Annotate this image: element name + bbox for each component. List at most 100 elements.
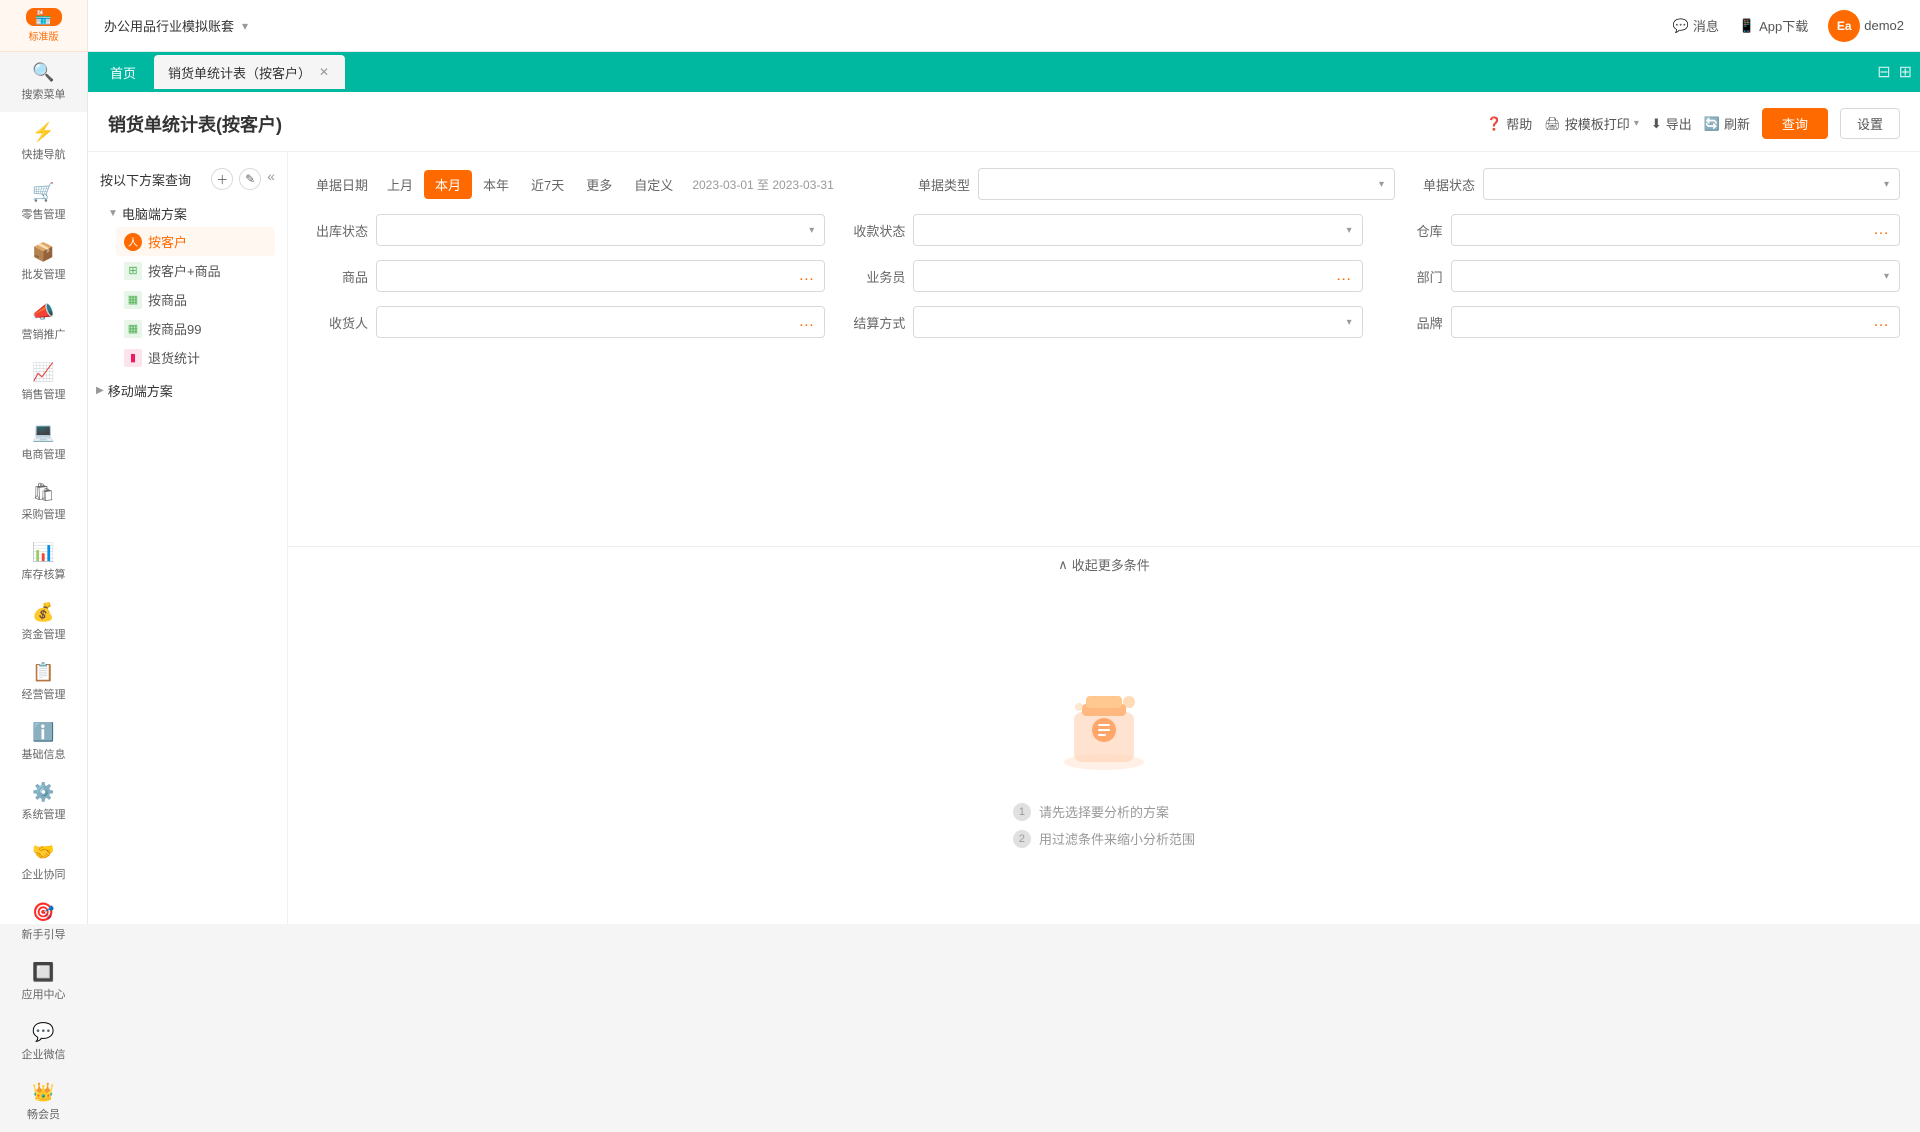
message-icon: 💬: [1673, 18, 1689, 34]
customer-product-icon: ⊞: [124, 262, 142, 280]
refresh-button[interactable]: 🔄 刷新: [1704, 114, 1750, 133]
operation-icon: 📋: [32, 662, 54, 683]
empty-state-illustration: [1044, 662, 1164, 782]
scheme-return-stat-label: 退货统计: [148, 348, 200, 367]
sidebar-item-marketing[interactable]: 📣 营销推广: [0, 292, 87, 352]
help-button[interactable]: ❓ 帮助: [1486, 114, 1532, 133]
salesperson-label: 业务员: [845, 267, 905, 286]
bill-status-label: 单据状态: [1415, 175, 1475, 194]
date-btn-7days[interactable]: 近7天: [520, 169, 575, 200]
sidebar-item-member[interactable]: 👑 畅会员: [0, 1072, 87, 1132]
sales-icon: 📈: [32, 362, 54, 383]
sidebar-item-search[interactable]: 🔍 搜索菜单: [0, 52, 87, 112]
query-button[interactable]: 查询: [1762, 108, 1828, 139]
app-download-button[interactable]: 📱 App下载: [1739, 16, 1808, 35]
tab-home[interactable]: 首页: [96, 55, 150, 89]
header-dropdown-icon[interactable]: ▾: [242, 19, 248, 33]
out-status-select[interactable]: ▾: [376, 214, 825, 246]
tree-node-mobile[interactable]: ▶ 移动端方案: [88, 376, 287, 405]
filter-panel-actions: ＋ ✎ «: [211, 168, 275, 190]
scheme-by-product[interactable]: ▦ 按商品: [116, 285, 275, 314]
collapse-panel-icon[interactable]: «: [267, 168, 275, 190]
settlement-select[interactable]: ▾: [913, 306, 1362, 338]
sidebar-item-finance[interactable]: 💰 资金管理: [0, 592, 87, 652]
bill-status-select[interactable]: ▾: [1483, 168, 1900, 200]
receipt-status-dropdown-icon: ▾: [1347, 225, 1352, 236]
help-icon: ❓: [1486, 116, 1502, 132]
sidebar-item-appcenter[interactable]: 🔲 应用中心: [0, 952, 87, 1012]
tab-expand-buttons: ⊟ ⊞: [1877, 62, 1912, 82]
bill-type-select[interactable]: ▾: [978, 168, 1395, 200]
mobile-scheme-label: 移动端方案: [108, 381, 173, 400]
message-button[interactable]: 💬 消息: [1673, 16, 1719, 35]
sidebar-item-operation[interactable]: 📋 经营管理: [0, 652, 87, 712]
filter-panel: 按以下方案查询 ＋ ✎ « ▼ 电脑端方案: [88, 152, 288, 924]
ecommerce-icon: 💻: [32, 422, 54, 443]
department-select[interactable]: ▾: [1451, 260, 1900, 292]
print-button[interactable]: 🖨 按模板打印 ▾: [1544, 114, 1639, 133]
tab-maximize-icon[interactable]: ⊞: [1899, 62, 1912, 82]
sidebar-item-purchase[interactable]: 🛍 采购管理: [0, 472, 87, 532]
scheme-by-customer-label: 按客户: [148, 232, 187, 251]
collapse-chevron-icon: ∧: [1058, 557, 1068, 573]
avatar-text: Ea: [1837, 19, 1852, 33]
sidebar-logo: 🏪 标准版: [0, 0, 87, 52]
tree-node-desktop-header[interactable]: ▼ 电脑端方案: [100, 200, 275, 227]
receiver-input[interactable]: …: [376, 306, 825, 338]
sidebar-item-basic[interactable]: ℹ️ 基础信息: [0, 712, 87, 772]
warehouse-input[interactable]: …: [1451, 214, 1900, 246]
scheme-by-product-99[interactable]: ▦ 按商品99: [116, 314, 275, 343]
sidebar-item-quicknav[interactable]: ⚡ 快捷导航: [0, 112, 87, 172]
date-range-text: 2023-03-01 至 2023-03-31: [692, 176, 833, 193]
refresh-icon: 🔄: [1704, 116, 1720, 132]
receipt-status-select[interactable]: ▾: [913, 214, 1362, 246]
filter-panel-title-text: 按以下方案查询: [100, 170, 191, 189]
date-btn-this-year[interactable]: 本年: [472, 169, 520, 200]
filter-item-bill-type: 单据类型 ▾: [910, 168, 1395, 200]
sidebar-item-label-marketing: 营销推广: [22, 326, 66, 342]
top-header: 办公用品行业模拟账套 ▾ 💬 消息 📱 App下载 Ea demo2: [88, 0, 1920, 52]
filter-item-department: 部门 ▾: [1383, 260, 1900, 292]
scheme-return-stat[interactable]: ▮ 退货统计: [116, 343, 275, 372]
date-btn-this-month[interactable]: 本月: [424, 170, 472, 199]
settings-button[interactable]: 设置: [1840, 108, 1900, 139]
date-btn-custom[interactable]: 自定义: [623, 169, 684, 200]
collapse-filters-button[interactable]: ∧ 收起更多条件: [288, 546, 1920, 582]
warehouse-label: 仓库: [1383, 221, 1443, 240]
sidebar-item-retail[interactable]: 🛒 零售管理: [0, 172, 87, 232]
tab-sales-stat[interactable]: 销货单统计表（按客户） ✕: [154, 55, 345, 89]
salesperson-input[interactable]: …: [913, 260, 1362, 292]
print-dropdown-icon[interactable]: ▾: [1634, 118, 1639, 129]
date-btn-last-month[interactable]: 上月: [376, 169, 424, 200]
user-profile[interactable]: Ea demo2: [1828, 10, 1904, 42]
sidebar-item-system[interactable]: ⚙️ 系统管理: [0, 772, 87, 832]
brand-input[interactable]: …: [1451, 306, 1900, 338]
sidebar-item-sales[interactable]: 📈 销售管理: [0, 352, 87, 412]
scheme-by-customer-product[interactable]: ⊞ 按客户+商品: [116, 256, 275, 285]
edit-scheme-button[interactable]: ✎: [239, 168, 261, 190]
sidebar-item-label-inventory: 库存核算: [22, 566, 66, 582]
add-scheme-button[interactable]: ＋: [211, 168, 233, 190]
sidebar-item-label-wechat: 企业微信: [22, 1046, 66, 1062]
right-area: 单据日期 上月 本月 本年 近7天 更多 自定义 2023-03-01 至 20…: [288, 152, 1920, 924]
sidebar-item-ecommerce[interactable]: 💻 电商管理: [0, 412, 87, 472]
sidebar-item-wholesale[interactable]: 📦 批发管理: [0, 232, 87, 292]
bill-type-label: 单据类型: [910, 175, 970, 194]
tab-minimize-icon[interactable]: ⊟: [1877, 62, 1890, 82]
sidebar-item-wechat[interactable]: 💬 企业微信: [0, 1012, 87, 1072]
export-button[interactable]: ⬇ 导出: [1651, 114, 1692, 133]
sidebar-item-label-appcenter: 应用中心: [22, 986, 66, 1002]
sidebar-item-label-search: 搜索菜单: [22, 86, 66, 102]
export-label: 导出: [1666, 114, 1692, 133]
mobile-arrow-icon: ▶: [96, 385, 104, 396]
sidebar-item-inventory[interactable]: 📊 库存核算: [0, 532, 87, 592]
product-input[interactable]: …: [376, 260, 825, 292]
tab-close-icon[interactable]: ✕: [317, 63, 331, 81]
bill-status-dropdown-icon: ▾: [1884, 179, 1889, 190]
sidebar-item-guide[interactable]: 🎯 新手引导: [0, 892, 87, 952]
date-btn-more[interactable]: 更多: [575, 169, 623, 200]
basic-icon: ℹ️: [32, 722, 54, 743]
finance-icon: 💰: [32, 602, 54, 623]
scheme-by-customer[interactable]: 人 按客户: [116, 227, 275, 256]
sidebar-item-enterprise[interactable]: 🤝 企业协同: [0, 832, 87, 892]
